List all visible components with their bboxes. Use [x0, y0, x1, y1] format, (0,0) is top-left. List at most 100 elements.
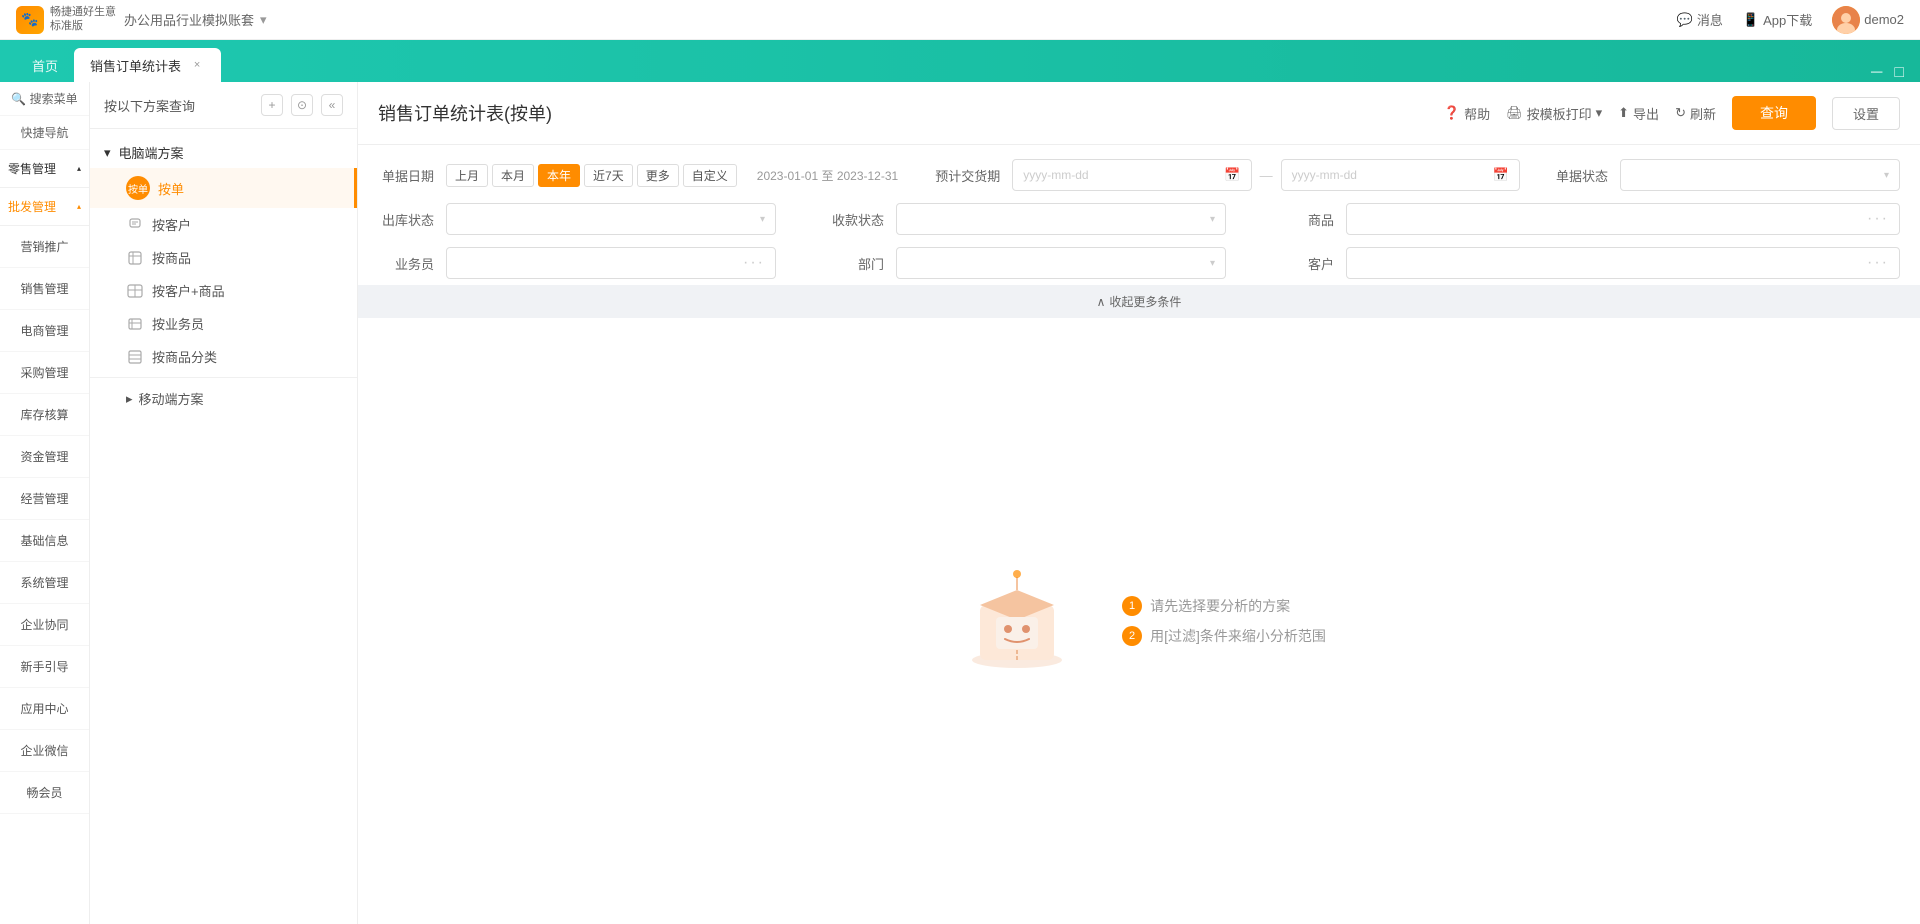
scheme-item-by-category[interactable]: 按商品分类: [90, 340, 357, 373]
sidebar-item-inventory[interactable]: 库存核算: [0, 394, 89, 436]
logo-text: 畅捷通好生意 标准版: [50, 6, 116, 32]
edit-scheme-btn[interactable]: ⊙: [291, 94, 313, 116]
app-download-action[interactable]: 📱 App下载: [1743, 10, 1812, 29]
scheme-active-icon: 按单: [126, 176, 150, 200]
sidebar-item-basic[interactable]: 基础信息: [0, 520, 89, 562]
scheme-customer-label: 按客户: [152, 215, 191, 234]
page-header-top: 销售订单统计表(按单) ❓ 帮助 🖨 按模板打印 ▾ ⬆: [378, 96, 1900, 130]
hint-item-1: 1 请先选择要分析的方案: [1122, 596, 1326, 616]
filter-row-3: 业务员 ··· 部门 ▾ 客户 ···: [378, 247, 1900, 279]
settings-btn[interactable]: 设置: [1832, 97, 1900, 130]
customer-select[interactable]: ···: [1346, 247, 1900, 279]
right-panel: 销售订单统计表(按单) ❓ 帮助 🖨 按模板打印 ▾ ⬆: [358, 82, 1920, 924]
pc-schemes-section: ▾ 电脑端方案 按单 按单 按: [90, 129, 357, 423]
hint-item-2: 2 用[过滤]条件来缩小分析范围: [1122, 626, 1326, 646]
tab-bar-actions: ─ □: [1871, 64, 1904, 82]
sidebar-item-wechat[interactable]: 企业微信: [0, 730, 89, 772]
search-icon: 🔍: [11, 92, 26, 106]
filter-section: 单据日期 上月 本月 本年 近7天 更多 自定义 2023-01-01 至 20…: [358, 145, 1920, 285]
salesperson-label: 业务员: [378, 254, 434, 273]
delivery-date-to[interactable]: yyyy-mm-dd 📅: [1281, 159, 1520, 191]
delivery-status-select[interactable]: ▾: [446, 203, 776, 235]
sidebar-item-finance[interactable]: 资金管理: [0, 436, 89, 478]
goods-dots-icon: ···: [1867, 210, 1889, 228]
tab-close-icon[interactable]: ×: [189, 57, 205, 73]
query-btn[interactable]: 查询: [1732, 96, 1816, 130]
print-btn[interactable]: 🖨 按模板打印 ▾: [1506, 104, 1602, 123]
scheme-item-by-salesperson[interactable]: 按业务员: [90, 307, 357, 340]
hint-text-2: 用[过滤]条件来缩小分析范围: [1150, 626, 1326, 646]
scheme-item-by-customer-goods[interactable]: 按客户+商品: [90, 274, 357, 307]
pc-scheme-group-header[interactable]: ▾ 电脑端方案: [90, 137, 357, 168]
app-download-label: App下载: [1763, 10, 1812, 29]
sidebar-search[interactable]: 🔍 搜索菜单: [0, 82, 89, 116]
delivery-date-from-placeholder: yyyy-mm-dd: [1023, 168, 1088, 182]
sidebar-item-wholesale[interactable]: 批发管理 ▴: [0, 188, 89, 225]
message-icon: 💬: [1677, 12, 1693, 28]
message-action[interactable]: 💬 消息: [1677, 10, 1723, 29]
mobile-scheme-group-header[interactable]: ▸ 移动端方案: [90, 382, 357, 415]
sidebar-item-system[interactable]: 系统管理: [0, 562, 89, 604]
collapse-arrow-icon: ∧: [1097, 295, 1106, 309]
order-status-label: 单据状态: [1552, 166, 1608, 185]
payment-status-select[interactable]: ▾: [896, 203, 1226, 235]
print-arrow-icon: ▾: [1596, 105, 1603, 121]
tab-maximize-btn[interactable]: □: [1894, 64, 1904, 82]
mobile-group-arrow-icon: ▸: [126, 391, 133, 407]
date-btn-7days[interactable]: 近7天: [584, 164, 633, 187]
sidebar-item-appstore[interactable]: 应用中心: [0, 688, 89, 730]
collapse-bar[interactable]: ∧ 收起更多条件: [358, 285, 1920, 318]
sidebar-item-enterprise[interactable]: 企业协同: [0, 604, 89, 646]
tab-home[interactable]: 首页: [16, 48, 74, 82]
hint-num-1: 1: [1122, 596, 1142, 616]
sidebar-item-marketing[interactable]: 营销推广: [0, 226, 89, 268]
user-area[interactable]: demo2: [1832, 6, 1904, 34]
sidebar-item-newbie[interactable]: 新手引导: [0, 646, 89, 688]
date-btn-more[interactable]: 更多: [637, 164, 679, 187]
breadcrumb-arrow-icon[interactable]: ▾: [260, 12, 267, 28]
scheme-active-label: 按单: [158, 179, 184, 198]
hint-num-2: 2: [1122, 626, 1142, 646]
pc-scheme-group: ▾ 电脑端方案 按单 按单 按: [90, 137, 357, 373]
salesperson-select[interactable]: ···: [446, 247, 776, 279]
tab-minimize-btn[interactable]: ─: [1871, 64, 1882, 82]
collapse-panel-btn[interactable]: «: [321, 94, 343, 116]
refresh-icon: ↻: [1675, 105, 1686, 121]
date-btn-custom[interactable]: 自定义: [683, 164, 737, 187]
sidebar-item-sales[interactable]: 销售管理: [0, 268, 89, 310]
page-header: 销售订单统计表(按单) ❓ 帮助 🖨 按模板打印 ▾ ⬆: [358, 82, 1920, 145]
date-btn-this-year[interactable]: 本年: [538, 164, 580, 187]
sidebar-item-operation[interactable]: 经营管理: [0, 478, 89, 520]
sidebar-nav-shortcut[interactable]: 快捷导航: [0, 116, 89, 150]
calendar-from-icon: 📅: [1224, 167, 1240, 183]
refresh-btn[interactable]: ↻ 刷新: [1675, 104, 1716, 123]
sidebar-item-member[interactable]: 畅会员: [0, 772, 89, 814]
goods-select[interactable]: ···: [1346, 203, 1900, 235]
calendar-to-icon: 📅: [1493, 167, 1509, 183]
sidebar-group-retail: 零售管理 ▴: [0, 150, 89, 188]
collapse-label: 收起更多条件: [1109, 293, 1181, 310]
scheme-item-by-order[interactable]: 按单 按单: [90, 168, 357, 208]
help-btn[interactable]: ❓ 帮助: [1444, 104, 1490, 123]
order-status-select[interactable]: ▾: [1620, 159, 1900, 191]
sidebar-item-purchase[interactable]: 采购管理: [0, 352, 89, 394]
scheme-item-by-goods[interactable]: 按商品: [90, 241, 357, 274]
export-icon: ⬆: [1618, 105, 1629, 121]
date-btn-this-month[interactable]: 本月: [492, 164, 534, 187]
date-btn-last-month[interactable]: 上月: [446, 164, 488, 187]
export-btn[interactable]: ⬆ 导出: [1618, 104, 1659, 123]
empty-hints: 1 请先选择要分析的方案 2 用[过滤]条件来缩小分析范围: [1122, 596, 1326, 646]
delivery-date-from[interactable]: yyyy-mm-dd 📅: [1012, 159, 1251, 191]
scheme-item-by-customer[interactable]: 按客户: [90, 208, 357, 241]
help-icon: ❓: [1444, 105, 1460, 121]
scheme-category-label: 按商品分类: [152, 347, 217, 366]
delivery-date-group: yyyy-mm-dd 📅 — yyyy-mm-dd 📅: [1012, 159, 1520, 191]
sidebar-item-ecommerce[interactable]: 电商管理: [0, 310, 89, 352]
username-label: demo2: [1864, 12, 1904, 27]
date-range-text: 2023-01-01 至 2023-12-31: [757, 167, 898, 184]
add-scheme-btn[interactable]: +: [261, 94, 283, 116]
delivery-date-label: 预计交货期: [930, 166, 1000, 185]
department-select[interactable]: ▾: [896, 247, 1226, 279]
tab-sales-order[interactable]: 销售订单统计表 ×: [74, 48, 221, 82]
sidebar-item-retail[interactable]: 零售管理 ▴: [0, 150, 89, 187]
